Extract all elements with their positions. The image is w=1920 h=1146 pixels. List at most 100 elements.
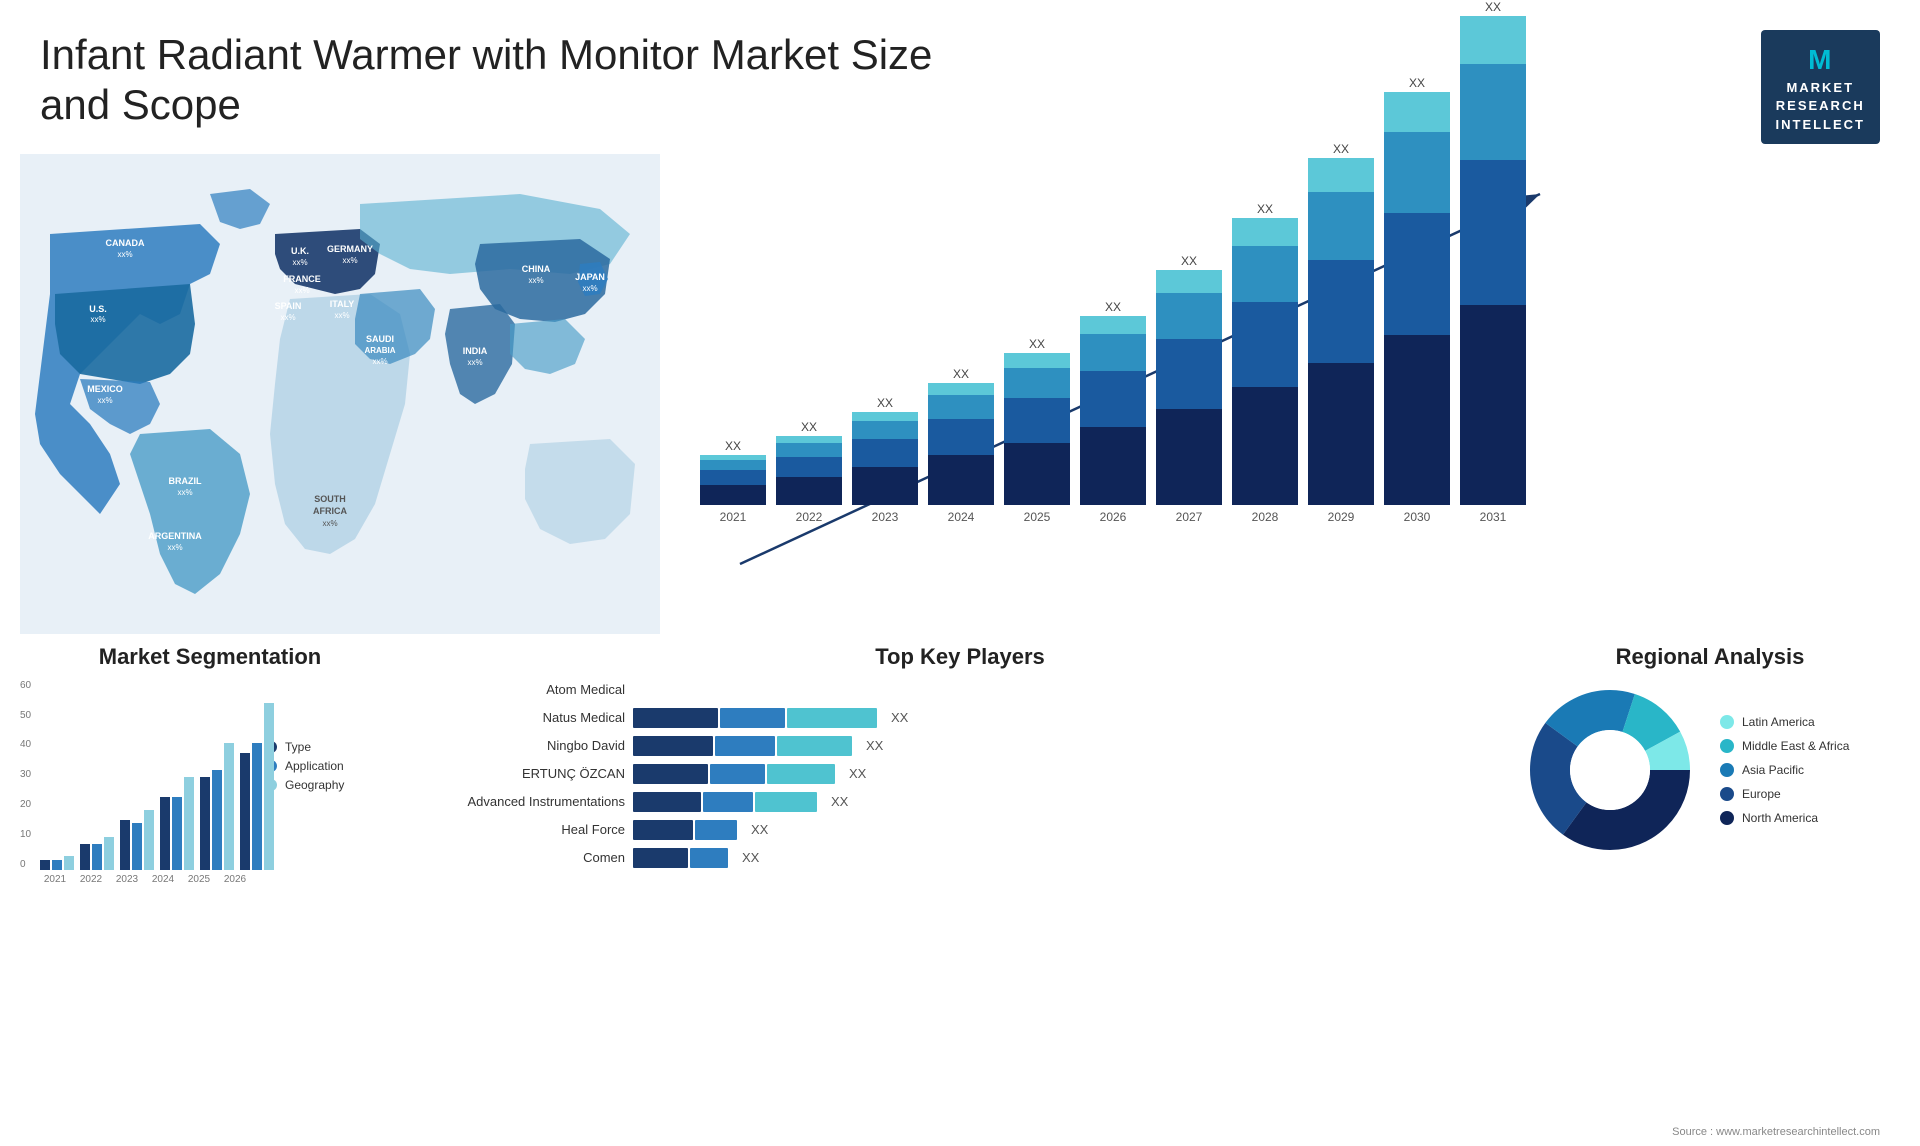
bar-seg2-2021 xyxy=(700,470,766,485)
bar-seg3-2030 xyxy=(1384,132,1450,213)
advanced-bar3 xyxy=(755,792,817,812)
legend-europe: Europe xyxy=(1720,787,1849,801)
legend-dot-mea xyxy=(1720,739,1734,753)
bar-seg2-2025 xyxy=(1004,398,1070,443)
bar-seg1-2026 xyxy=(1080,427,1146,505)
bar-stack-2031 xyxy=(1460,16,1526,505)
bar-seg4-2023 xyxy=(852,412,918,421)
map-label-south-africa-pct: xx% xyxy=(322,519,337,528)
bar-2025: XX 2025 xyxy=(1004,337,1070,524)
player-name-healforce: Heal Force xyxy=(430,822,625,837)
map-label-brazil: BRAZIL xyxy=(169,476,202,486)
bar-seg2-2027 xyxy=(1156,339,1222,409)
advanced-bar2 xyxy=(703,792,753,812)
bar-value-2022: XX xyxy=(801,420,817,434)
legend-north-america: North America xyxy=(1720,811,1849,825)
seg-geo-2024 xyxy=(184,777,194,870)
map-label-india: INDIA xyxy=(463,346,488,356)
map-label-canada: CANADA xyxy=(106,238,145,248)
regional-legend: Latin America Middle East & Africa Asia … xyxy=(1720,715,1849,825)
comen-bar2 xyxy=(690,848,728,868)
comen-bar1 xyxy=(633,848,688,868)
legend-label-mea: Middle East & Africa xyxy=(1742,739,1849,753)
legend-latin-america: Latin America xyxy=(1720,715,1849,729)
top-content: CANADA xx% U.S. xx% MEXICO xx% BRAZIL xx… xyxy=(0,154,1920,634)
bar-2021: XX 2021 xyxy=(700,439,766,524)
map-label-china-pct: xx% xyxy=(528,276,543,285)
seg-legend-type: Type xyxy=(265,740,344,754)
map-label-japan: JAPAN xyxy=(575,272,605,282)
bar-stack-2024 xyxy=(928,383,994,505)
map-label-argentina-pct: xx% xyxy=(167,543,182,552)
ertunc-bar2 xyxy=(710,764,765,784)
seg-y-axis: 60 50 40 30 20 10 0 xyxy=(20,680,31,870)
healforce-xx: XX xyxy=(751,822,768,837)
seg-type-2025 xyxy=(200,777,210,870)
player-name-ertunc: ERTUNÇ ÖZCAN xyxy=(430,766,625,781)
ningbo-bar1 xyxy=(633,736,713,756)
world-map: CANADA xx% U.S. xx% MEXICO xx% BRAZIL xx… xyxy=(20,154,660,634)
player-row-healforce: Heal Force XX xyxy=(430,820,1490,840)
seg-group-2023 xyxy=(120,810,154,870)
bars-container: XX 2021 XX xyxy=(690,164,1880,554)
seg-legend-geo-label: Geography xyxy=(285,778,344,792)
player-bars-healforce xyxy=(633,820,737,840)
bar-value-2031: XX xyxy=(1485,0,1501,14)
logo-line2: RESEARCH xyxy=(1776,97,1866,115)
bar-seg4-2022 xyxy=(776,436,842,443)
y-10: 10 xyxy=(20,829,31,840)
bar-stack-2026 xyxy=(1080,316,1146,505)
bar-stack-2028 xyxy=(1232,218,1298,505)
y-0: 0 xyxy=(20,859,31,870)
header: Infant Radiant Warmer with Monitor Marke… xyxy=(0,0,1920,154)
map-label-italy-pct: xx% xyxy=(334,311,349,320)
seg-x-2023: 2023 xyxy=(112,874,142,885)
map-label-spain-pct: xx% xyxy=(280,313,295,322)
bar-seg4-2028 xyxy=(1232,218,1298,246)
bar-value-2024: XX xyxy=(953,367,969,381)
bar-seg4-2027 xyxy=(1156,270,1222,293)
y-30: 30 xyxy=(20,769,31,780)
ertunc-bar3 xyxy=(767,764,835,784)
seg-legend: Type Application Geography xyxy=(265,740,344,792)
player-row-ningbo: Ningbo David XX xyxy=(430,736,1490,756)
seg-app-2023 xyxy=(132,823,142,870)
map-label-france: FRANCE xyxy=(283,274,321,284)
seg-content: 60 50 40 30 20 10 0 xyxy=(20,680,400,900)
legend-dot-europe xyxy=(1720,787,1734,801)
seg-x-2026: 2026 xyxy=(220,874,250,885)
logo-area: M MARKET RESEARCH INTELLECT xyxy=(1761,30,1881,144)
map-label-china: CHINA xyxy=(522,264,551,274)
seg-group-2024 xyxy=(160,777,194,870)
logo-m: M xyxy=(1776,40,1866,79)
seg-app-2022 xyxy=(92,844,102,870)
bar-2028: XX 2028 xyxy=(1232,202,1298,524)
map-label-france-pct: xx% xyxy=(294,286,309,295)
player-bars-ertunc xyxy=(633,764,835,784)
seg-legend-app: Application xyxy=(265,759,344,773)
y-40: 40 xyxy=(20,739,31,750)
bar-value-2025: XX xyxy=(1029,337,1045,351)
seg-group-2026 xyxy=(240,703,274,870)
seg-legend-geo: Geography xyxy=(265,778,344,792)
bar-label-2030: 2030 xyxy=(1404,510,1431,524)
seg-x-2024: 2024 xyxy=(148,874,178,885)
player-name-atom: Atom Medical xyxy=(430,682,625,697)
bar-seg4-2030 xyxy=(1384,92,1450,132)
map-label-saudi2: ARABIA xyxy=(364,346,395,355)
bar-label-2022: 2022 xyxy=(796,510,823,524)
bar-seg4-2031 xyxy=(1460,16,1526,64)
player-row-atom: Atom Medical xyxy=(430,680,1490,700)
player-bars-ningbo xyxy=(633,736,852,756)
legend-mea: Middle East & Africa xyxy=(1720,739,1849,753)
natus-xx: XX xyxy=(891,710,908,725)
bar-stack-2021 xyxy=(700,455,766,505)
bar-seg2-2024 xyxy=(928,419,994,455)
ningbo-bar3 xyxy=(777,736,852,756)
seg-legend-app-label: Application xyxy=(285,759,344,773)
bar-value-2027: XX xyxy=(1181,254,1197,268)
map-label-uk: U.K. xyxy=(291,246,309,256)
bar-stack-2029 xyxy=(1308,158,1374,505)
seg-type-2022 xyxy=(80,844,90,870)
donut-chart xyxy=(1520,680,1700,860)
